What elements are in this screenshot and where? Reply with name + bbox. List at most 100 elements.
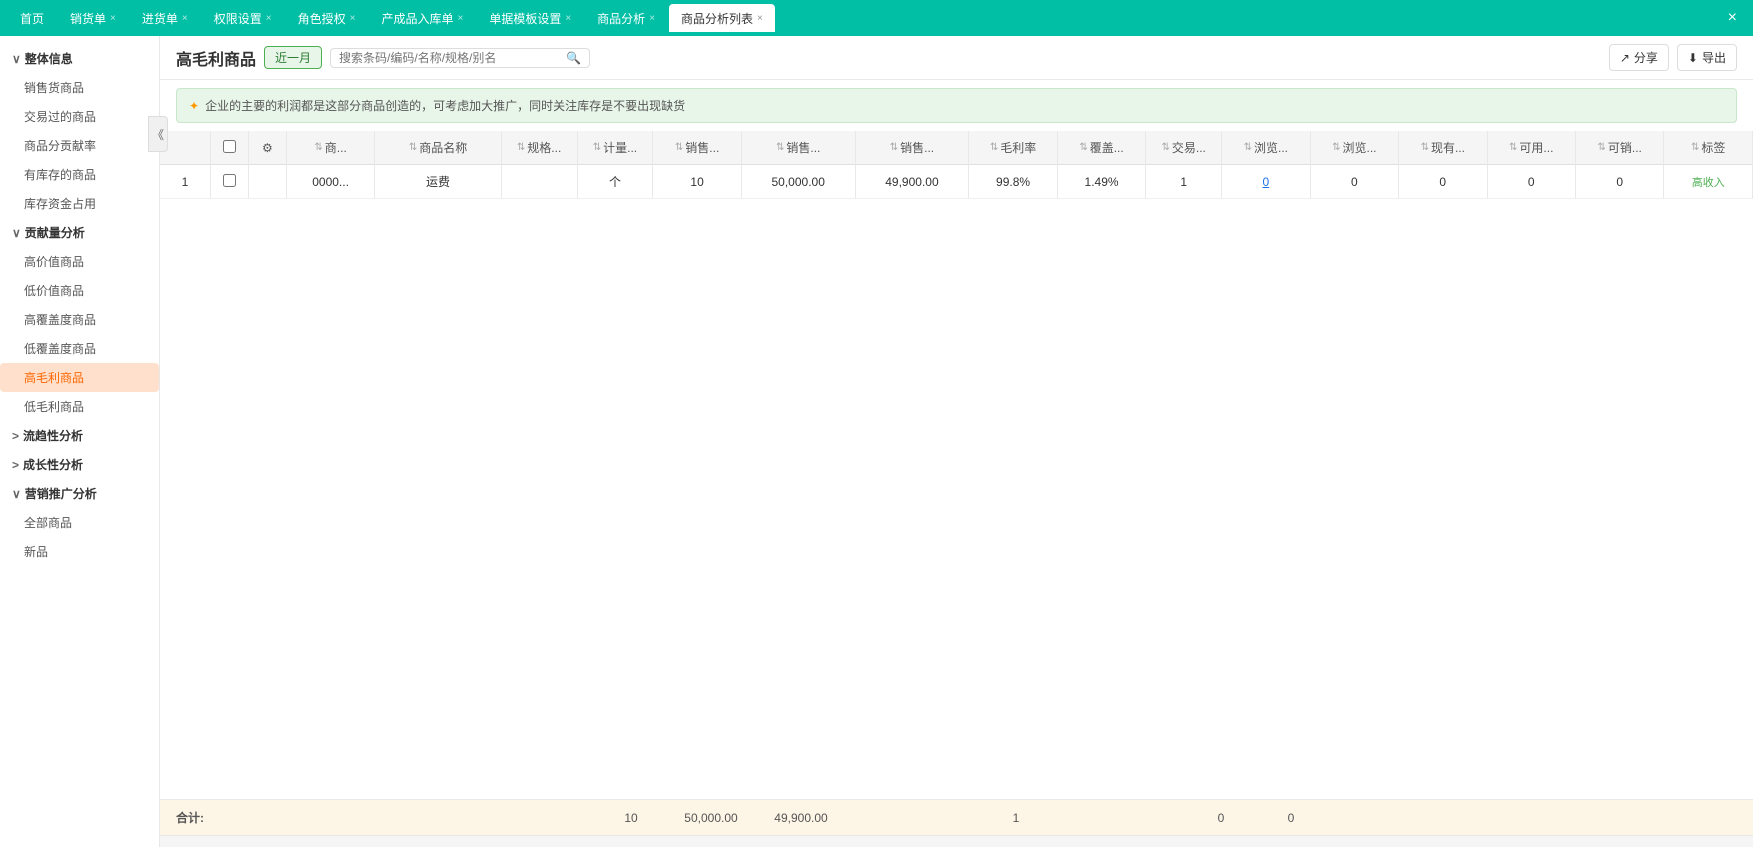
- col-header-coverage: ⇅覆盖...: [1057, 131, 1145, 165]
- col-sort-icon: ⇅: [1598, 142, 1606, 153]
- data-table-container[interactable]: ⚙⇅商...⇅商品名称⇅规格...⇅计量...⇅销售...⇅销售...⇅销售..…: [160, 131, 1753, 799]
- nav-tab-label: 产成品入库单: [381, 10, 453, 27]
- nav-tab-label: 单据模板设置: [489, 10, 561, 27]
- cell-browseUv: 0: [1310, 165, 1398, 199]
- sidebar-item-4-0[interactable]: 全部商品: [0, 508, 159, 537]
- nav-tab-close[interactable]: ×: [350, 13, 356, 24]
- sidebar-item-1-2[interactable]: 高覆盖度商品: [0, 305, 159, 334]
- filter-recent-month[interactable]: 近一月: [264, 46, 322, 69]
- sidebar-group-title-1[interactable]: ∨ 贡献量分析: [0, 218, 159, 247]
- nav-tab-close[interactable]: ×: [110, 13, 116, 24]
- search-input[interactable]: [339, 51, 566, 65]
- nav-tab-close[interactable]: ×: [757, 13, 763, 24]
- sidebar-group-title-3[interactable]: >成长性分析: [0, 450, 159, 479]
- col-header-grossRate: ⇅毛利率: [969, 131, 1057, 165]
- browse-count-link[interactable]: 0: [1262, 175, 1269, 189]
- col-sort-icon: ⇅: [409, 142, 417, 153]
- table-row: 10000...运费个1050,000.0049,900.0099.8%1.49…: [160, 165, 1753, 199]
- cell-salesAmt: 50,000.00: [741, 165, 855, 199]
- close-all-tabs[interactable]: ×: [1720, 9, 1745, 27]
- col-label: 销售...: [685, 139, 719, 156]
- nav-tab-label: 权限设置: [214, 10, 262, 27]
- row-checkbox[interactable]: [223, 174, 236, 187]
- bottom-scrollbar[interactable]: [160, 835, 1753, 847]
- cell-salesQty: 10: [653, 165, 741, 199]
- info-banner: ✦ 企业的主要的利润都是这部分商品创造的，可考虑加大推广，同时关注库存是不要出现…: [176, 88, 1737, 123]
- col-header-browseCount: ⇅浏览...: [1222, 131, 1310, 165]
- nav-tab-0[interactable]: 首页: [8, 4, 56, 32]
- col-header-salesQty: ⇅销售...: [653, 131, 741, 165]
- col-sort-icon: ⇅: [1079, 142, 1087, 153]
- col-header-settings[interactable]: ⚙: [248, 131, 286, 165]
- col-sort-icon: ⇅: [593, 142, 601, 153]
- sidebar-item-0-2[interactable]: 商品分贡献率: [0, 131, 159, 160]
- col-header-unit: ⇅计量...: [577, 131, 653, 165]
- col-label: 标签: [1701, 139, 1725, 156]
- nav-tab-close[interactable]: ×: [457, 13, 463, 24]
- sidebar-item-1-5[interactable]: 低毛利商品: [0, 392, 159, 421]
- sidebar-group-title-0[interactable]: ∨整体信息: [0, 44, 159, 73]
- sidebar-item-0-0[interactable]: 销售货商品: [0, 73, 159, 102]
- col-settings-icon[interactable]: ⚙: [262, 141, 273, 155]
- footer-sum: 合计: 10 50,000.00 49,900.00 1 0 0: [160, 799, 1753, 835]
- col-header-browseUv: ⇅浏览...: [1310, 131, 1398, 165]
- nav-tab-close[interactable]: ×: [182, 13, 188, 24]
- col-sort-icon: ⇅: [675, 142, 683, 153]
- col-header-trade: ⇅交易...: [1146, 131, 1222, 165]
- nav-tab-3[interactable]: 权限设置 ×: [202, 4, 284, 32]
- nav-tab-label: 销货单: [70, 10, 106, 27]
- sidebar-item-1-3[interactable]: 低覆盖度商品: [0, 334, 159, 363]
- cell-no: 1: [160, 165, 211, 199]
- sidebar-item-4-1[interactable]: 新品: [0, 537, 159, 566]
- nav-tab-5[interactable]: 产成品入库单 ×: [369, 4, 475, 32]
- arrow-icon: >: [12, 429, 19, 443]
- col-sort-icon: ⇅: [1332, 142, 1340, 153]
- cell-saleable: 0: [1575, 165, 1663, 199]
- cell-sku: 0000...: [286, 165, 374, 199]
- share-label: 分享: [1634, 49, 1658, 66]
- col-header-name: ⇅商品名称: [375, 131, 501, 165]
- sidebar-group-title-2[interactable]: >流趋性分析: [0, 421, 159, 450]
- nav-tab-1[interactable]: 销货单 ×: [58, 4, 128, 32]
- sidebar-item-0-3[interactable]: 有库存的商品: [0, 160, 159, 189]
- arrow-icon: ∨: [12, 52, 21, 66]
- sidebar-item-1-0[interactable]: 高价值商品: [0, 247, 159, 276]
- search-box[interactable]: 🔍: [330, 48, 590, 68]
- col-label: 浏览...: [1254, 139, 1288, 156]
- sidebar-item-1-4[interactable]: 高毛利商品: [0, 363, 159, 392]
- sidebar-collapse-btn[interactable]: 《: [148, 116, 168, 152]
- select-all-checkbox[interactable]: [223, 140, 236, 153]
- search-icon[interactable]: 🔍: [566, 51, 581, 65]
- sidebar-item-1-1[interactable]: 低价值商品: [0, 276, 159, 305]
- cell-checkbox[interactable]: [211, 165, 249, 199]
- nav-tab-close[interactable]: ×: [565, 13, 571, 24]
- cell-settings: [248, 165, 286, 199]
- col-sort-icon: ⇅: [1421, 142, 1429, 153]
- sidebar-group-label: 贡献量分析: [25, 224, 85, 241]
- col-label: 毛利率: [1000, 139, 1036, 156]
- nav-tab-7[interactable]: 商品分析×: [585, 4, 667, 32]
- nav-tab-2[interactable]: 进货单×: [130, 4, 200, 32]
- footer-trade: 1: [986, 811, 1046, 825]
- sidebar-item-0-4[interactable]: 库存资金占用: [0, 189, 159, 218]
- table-body: 10000...运费个1050,000.0049,900.0099.8%1.49…: [160, 165, 1753, 199]
- nav-tabs: 首页销货单×进货单×权限设置×角色授权×产成品入库单×单据模板设置×商品分析×商…: [8, 4, 1718, 32]
- sidebar-item-0-1[interactable]: 交易过的商品: [0, 102, 159, 131]
- nav-tab-8[interactable]: 商品分析列表×: [669, 4, 775, 32]
- col-checkbox[interactable]: [211, 131, 249, 165]
- nav-tab-4[interactable]: 角色授权×: [286, 4, 368, 32]
- nav-tab-6[interactable]: 单据模板设置 ×: [477, 4, 583, 32]
- content-header: 高毛利商品 近一月 🔍 ↗ 分享 ⬇ 导出: [160, 36, 1753, 80]
- content-area: 高毛利商品 近一月 🔍 ↗ 分享 ⬇ 导出 ✦ 企业的主要的利润都是这部分商品创…: [160, 36, 1753, 847]
- nav-tab-close[interactable]: ×: [266, 13, 272, 24]
- sidebar-group-4: ∨营销推广分析全部商品新品: [0, 479, 159, 566]
- export-button[interactable]: ⬇ 导出: [1677, 44, 1737, 71]
- sidebar-group-title-4[interactable]: ∨营销推广分析: [0, 479, 159, 508]
- sidebar-group-2: >流趋性分析: [0, 421, 159, 450]
- share-button[interactable]: ↗ 分享: [1609, 44, 1669, 71]
- footer-label: 合计:: [176, 809, 436, 826]
- footer-salesAmt: 50,000.00: [666, 811, 756, 825]
- sidebar-group-label: 成长性分析: [23, 456, 83, 473]
- arrow-icon: ∨: [12, 226, 21, 240]
- nav-tab-close[interactable]: ×: [649, 13, 655, 24]
